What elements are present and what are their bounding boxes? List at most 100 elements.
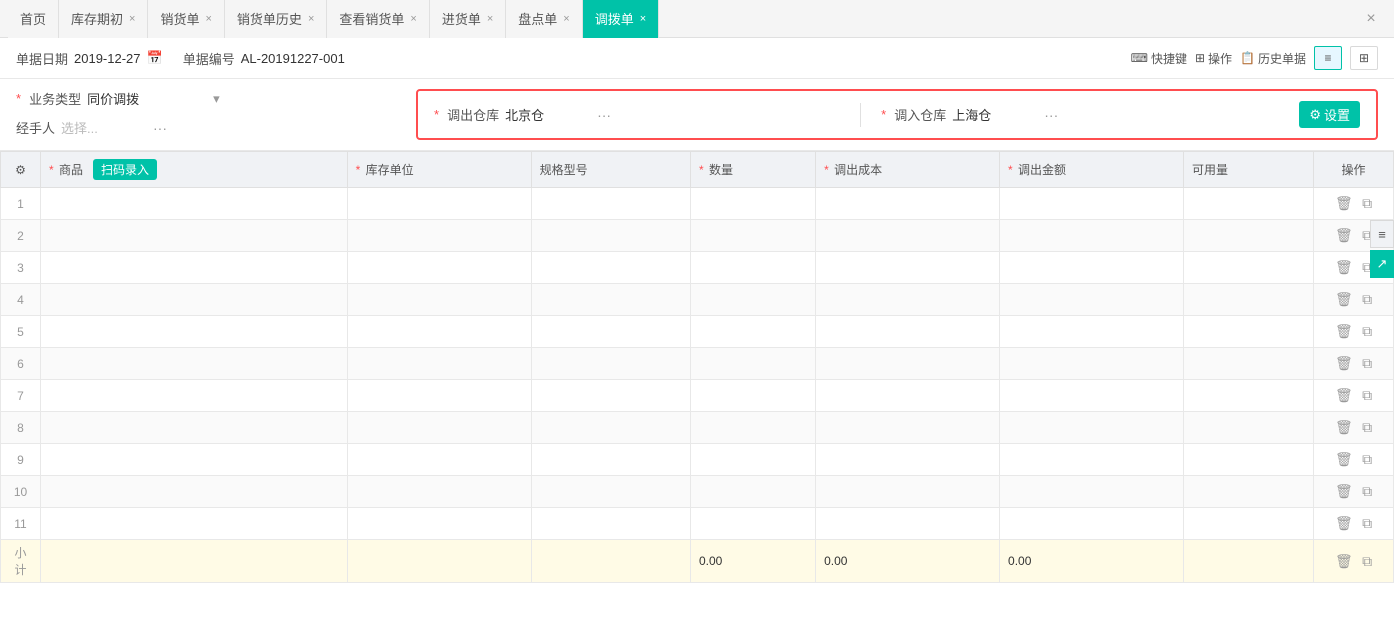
row-quantity-3[interactable] — [690, 252, 815, 284]
layout-btn-list[interactable]: ≡ — [1314, 46, 1342, 70]
row-available-8[interactable] — [1183, 412, 1313, 444]
tab-inventory-init[interactable]: 库存期初 × — [59, 0, 148, 38]
row-available-1[interactable] — [1183, 188, 1313, 220]
row-cost-6[interactable] — [816, 348, 1000, 380]
row-spec-6[interactable] — [531, 348, 690, 380]
row-amount-2[interactable] — [1000, 220, 1184, 252]
row-goods-9[interactable] — [41, 444, 348, 476]
row-goods-6[interactable] — [41, 348, 348, 380]
row-spec-9[interactable] — [531, 444, 690, 476]
row-available-7[interactable] — [1183, 380, 1313, 412]
row-goods-2[interactable] — [41, 220, 348, 252]
row-unit-7[interactable] — [347, 380, 531, 412]
row-goods-11[interactable] — [41, 508, 348, 540]
delete-icon-6[interactable]: 🗑 — [1335, 355, 1353, 371]
tab-stocktake-close[interactable]: × — [563, 13, 569, 25]
row-goods-4[interactable] — [41, 284, 348, 316]
row-spec-10[interactable] — [531, 476, 690, 508]
tab-sales-order[interactable]: 销货单 × — [148, 0, 224, 38]
tab-sales-history[interactable]: 销货单历史 × — [225, 0, 327, 38]
transfer-in-more-icon[interactable]: ··· — [1044, 107, 1058, 123]
delete-icon-1[interactable]: 🗑 — [1335, 195, 1353, 211]
delete-icon-2[interactable]: 🗑 — [1335, 227, 1353, 243]
row-quantity-4[interactable] — [690, 284, 815, 316]
table-scroll-area[interactable]: ⚙ * 商品 扫码录入 * 库存单位 规格型号 * 数量 — [0, 151, 1394, 605]
row-cost-11[interactable] — [816, 508, 1000, 540]
row-amount-9[interactable] — [1000, 444, 1184, 476]
delete-icon-7[interactable]: 🗑 — [1335, 387, 1353, 403]
row-unit-5[interactable] — [347, 316, 531, 348]
handler-more-icon[interactable]: ··· — [153, 120, 167, 136]
row-cost-8[interactable] — [816, 412, 1000, 444]
row-unit-2[interactable] — [347, 220, 531, 252]
row-amount-3[interactable] — [1000, 252, 1184, 284]
row-unit-4[interactable] — [347, 284, 531, 316]
row-cost-3[interactable] — [816, 252, 1000, 284]
row-available-4[interactable] — [1183, 284, 1313, 316]
delete-icon-8[interactable]: 🗑 — [1335, 419, 1353, 435]
row-amount-6[interactable] — [1000, 348, 1184, 380]
row-spec-5[interactable] — [531, 316, 690, 348]
row-cost-7[interactable] — [816, 380, 1000, 412]
row-amount-4[interactable] — [1000, 284, 1184, 316]
transfer-out-more-icon[interactable]: ··· — [597, 107, 611, 123]
tab-sales-history-close[interactable]: × — [308, 13, 314, 25]
row-quantity-9[interactable] — [690, 444, 815, 476]
row-unit-10[interactable] — [347, 476, 531, 508]
business-type-arrow[interactable]: ▾ — [213, 91, 220, 107]
row-unit-11[interactable] — [347, 508, 531, 540]
row-amount-5[interactable] — [1000, 316, 1184, 348]
row-available-9[interactable] — [1183, 444, 1313, 476]
tab-transfer[interactable]: 调拨单 × — [583, 0, 659, 38]
row-unit-9[interactable] — [347, 444, 531, 476]
subtotal-copy-icon[interactable]: ⧉ — [1362, 553, 1372, 569]
row-cost-10[interactable] — [816, 476, 1000, 508]
copy-icon-11[interactable]: ⧉ — [1362, 515, 1372, 531]
row-goods-7[interactable] — [41, 380, 348, 412]
row-amount-7[interactable] — [1000, 380, 1184, 412]
row-spec-11[interactable] — [531, 508, 690, 540]
row-unit-1[interactable] — [347, 188, 531, 220]
row-goods-3[interactable] — [41, 252, 348, 284]
row-amount-11[interactable] — [1000, 508, 1184, 540]
shortcut-btn[interactable]: ⌨ 快捷键 — [1131, 50, 1187, 67]
operation-btn[interactable]: ⊞ 操作 — [1195, 50, 1232, 67]
row-available-6[interactable] — [1183, 348, 1313, 380]
row-spec-3[interactable] — [531, 252, 690, 284]
row-spec-4[interactable] — [531, 284, 690, 316]
tab-transfer-close[interactable]: × — [640, 13, 646, 25]
row-cost-9[interactable] — [816, 444, 1000, 476]
row-cost-4[interactable] — [816, 284, 1000, 316]
row-goods-8[interactable] — [41, 412, 348, 444]
transfer-in-value[interactable]: 上海仓 — [952, 105, 1032, 124]
scan-barcode-button[interactable]: 扫码录入 — [93, 159, 157, 180]
row-available-2[interactable] — [1183, 220, 1313, 252]
row-available-11[interactable] — [1183, 508, 1313, 540]
tab-check-sales-close[interactable]: × — [410, 13, 416, 25]
row-spec-8[interactable] — [531, 412, 690, 444]
delete-icon-10[interactable]: 🗑 — [1335, 483, 1353, 499]
row-unit-6[interactable] — [347, 348, 531, 380]
th-settings[interactable]: ⚙ — [1, 152, 41, 188]
history-btn[interactable]: 📋 历史单据 — [1240, 50, 1306, 67]
row-spec-1[interactable] — [531, 188, 690, 220]
delete-icon-11[interactable]: 🗑 — [1335, 515, 1353, 531]
row-amount-10[interactable] — [1000, 476, 1184, 508]
copy-icon-10[interactable]: ⧉ — [1362, 483, 1372, 499]
row-quantity-11[interactable] — [690, 508, 815, 540]
row-quantity-8[interactable] — [690, 412, 815, 444]
row-available-5[interactable] — [1183, 316, 1313, 348]
row-amount-1[interactable] — [1000, 188, 1184, 220]
transfer-out-value[interactable]: 北京仓 — [505, 105, 585, 124]
tab-purchase-close[interactable]: × — [487, 13, 493, 25]
row-quantity-2[interactable] — [690, 220, 815, 252]
tab-home[interactable]: 首页 — [8, 0, 59, 38]
row-spec-7[interactable] — [531, 380, 690, 412]
row-amount-8[interactable] — [1000, 412, 1184, 444]
copy-icon-4[interactable]: ⧉ — [1362, 291, 1372, 307]
copy-icon-6[interactable]: ⧉ — [1362, 355, 1372, 371]
row-goods-1[interactable] — [41, 188, 348, 220]
row-unit-3[interactable] — [347, 252, 531, 284]
row-available-10[interactable] — [1183, 476, 1313, 508]
right-panel-expand-btn[interactable]: ↗ — [1370, 250, 1394, 278]
